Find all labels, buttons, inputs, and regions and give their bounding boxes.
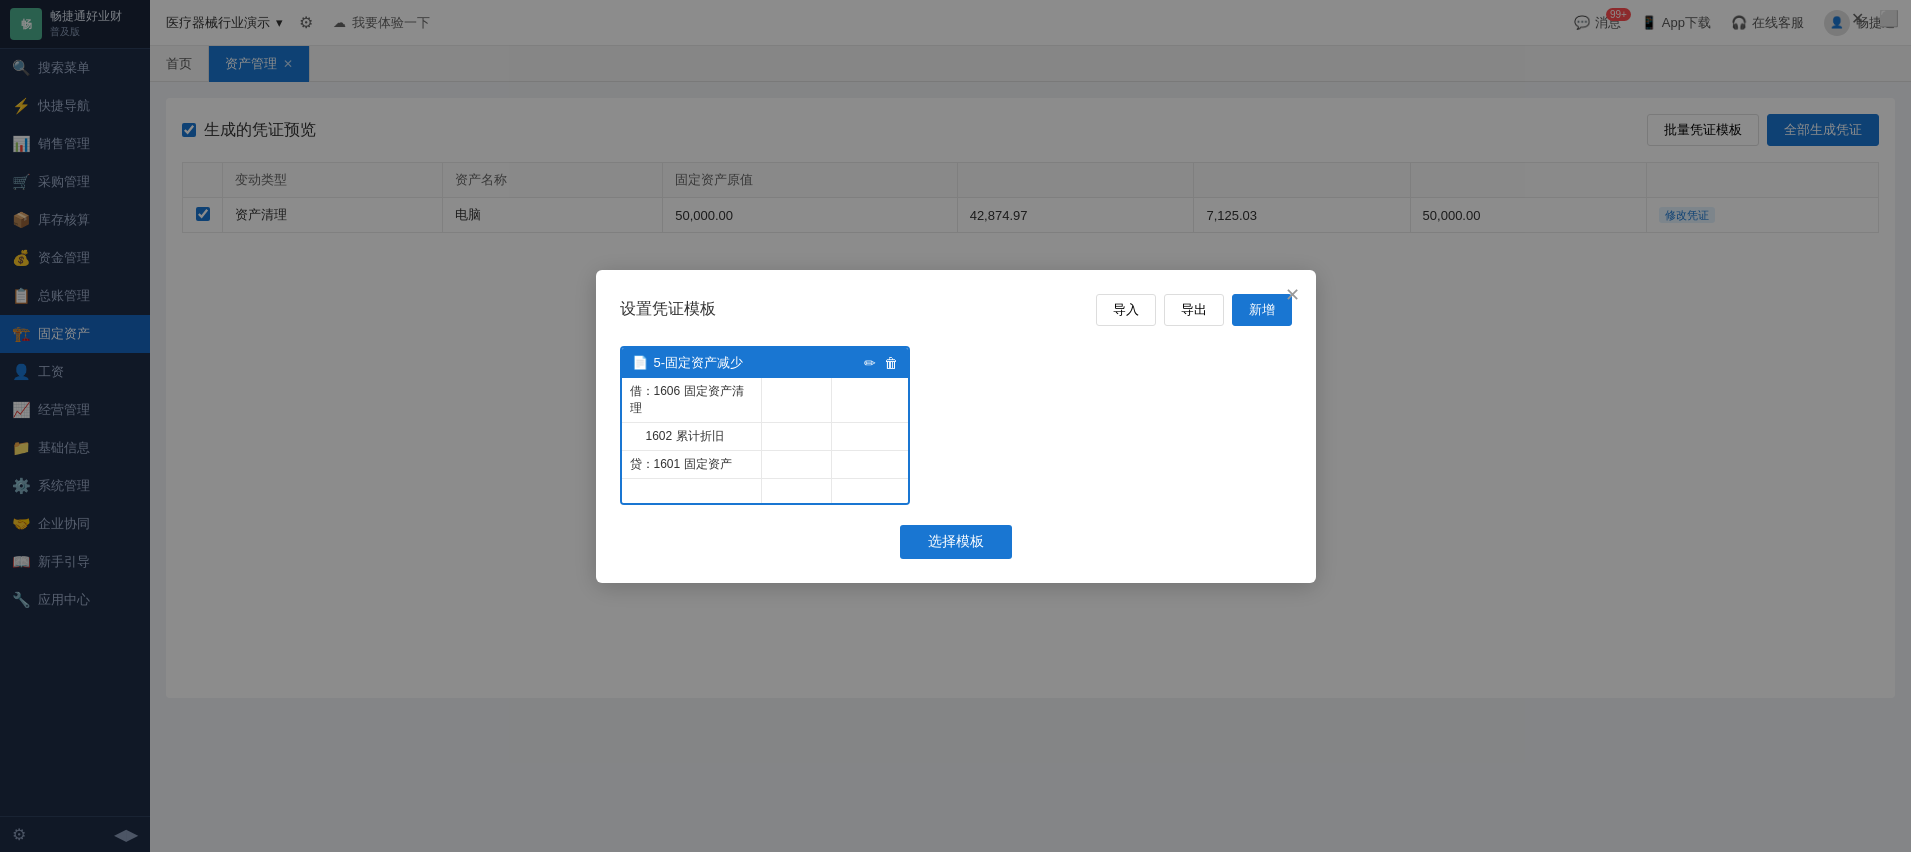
template-cell-debit xyxy=(762,479,832,503)
import-button[interactable]: 导入 xyxy=(1096,294,1156,326)
export-button[interactable]: 导出 xyxy=(1164,294,1224,326)
template-row-credit1: 贷：1601 固定资产 xyxy=(622,451,908,479)
template-doc-icon: 📄 xyxy=(632,355,648,370)
template-cell-label: 贷：1601 固定资产 xyxy=(622,451,762,478)
modal-close-button[interactable]: ✕ xyxy=(1285,286,1300,304)
template-row-debit1: 借：1606 固定资产清理 xyxy=(622,378,908,423)
template-cell-credit xyxy=(832,451,902,478)
template-cell-credit xyxy=(832,479,902,503)
modal-set-voucher-template: 设置凭证模板 导入 导出 新增 ✕ 📄 5-固定资产减少 ✏ 🗑 xyxy=(596,270,1316,583)
template-card-5: 📄 5-固定资产减少 ✏ 🗑 借：1606 固定资产清理 xyxy=(620,346,910,505)
template-cell-label: 1602 累计折旧 xyxy=(622,423,762,450)
template-name: 5-固定资产减少 xyxy=(654,354,744,372)
select-template-row: 选择模板 xyxy=(620,525,1292,559)
template-cell-label: 借：1606 固定资产清理 xyxy=(622,378,762,422)
select-template-button[interactable]: 选择模板 xyxy=(900,525,1012,559)
template-cell-label xyxy=(622,479,762,503)
delete-icon[interactable]: 🗑 xyxy=(884,355,898,371)
modal-backdrop[interactable]: 设置凭证模板 导入 导出 新增 ✕ 📄 5-固定资产减少 ✏ 🗑 xyxy=(0,0,1911,852)
template-list: 📄 5-固定资产减少 ✏ 🗑 借：1606 固定资产清理 xyxy=(620,346,1292,505)
template-cell-debit xyxy=(762,451,832,478)
template-card-header: 📄 5-固定资产减少 ✏ 🗑 xyxy=(622,348,908,378)
modal-header: 设置凭证模板 导入 导出 新增 xyxy=(620,294,1292,326)
template-cell-debit xyxy=(762,378,832,422)
modal-action-buttons: 导入 导出 新增 xyxy=(1096,294,1292,326)
template-cell-debit xyxy=(762,423,832,450)
template-body: 借：1606 固定资产清理 1602 累计折旧 贷：1601 固定资产 xyxy=(622,378,908,503)
template-row-empty xyxy=(622,479,908,503)
modal-title: 设置凭证模板 xyxy=(620,299,716,320)
template-cell-credit xyxy=(832,423,902,450)
template-cell-credit xyxy=(832,378,902,422)
edit-icon[interactable]: ✏ xyxy=(864,355,876,371)
template-card-actions: ✏ 🗑 xyxy=(864,355,898,371)
template-row-debit2: 1602 累计折旧 xyxy=(622,423,908,451)
new-button[interactable]: 新增 xyxy=(1232,294,1292,326)
